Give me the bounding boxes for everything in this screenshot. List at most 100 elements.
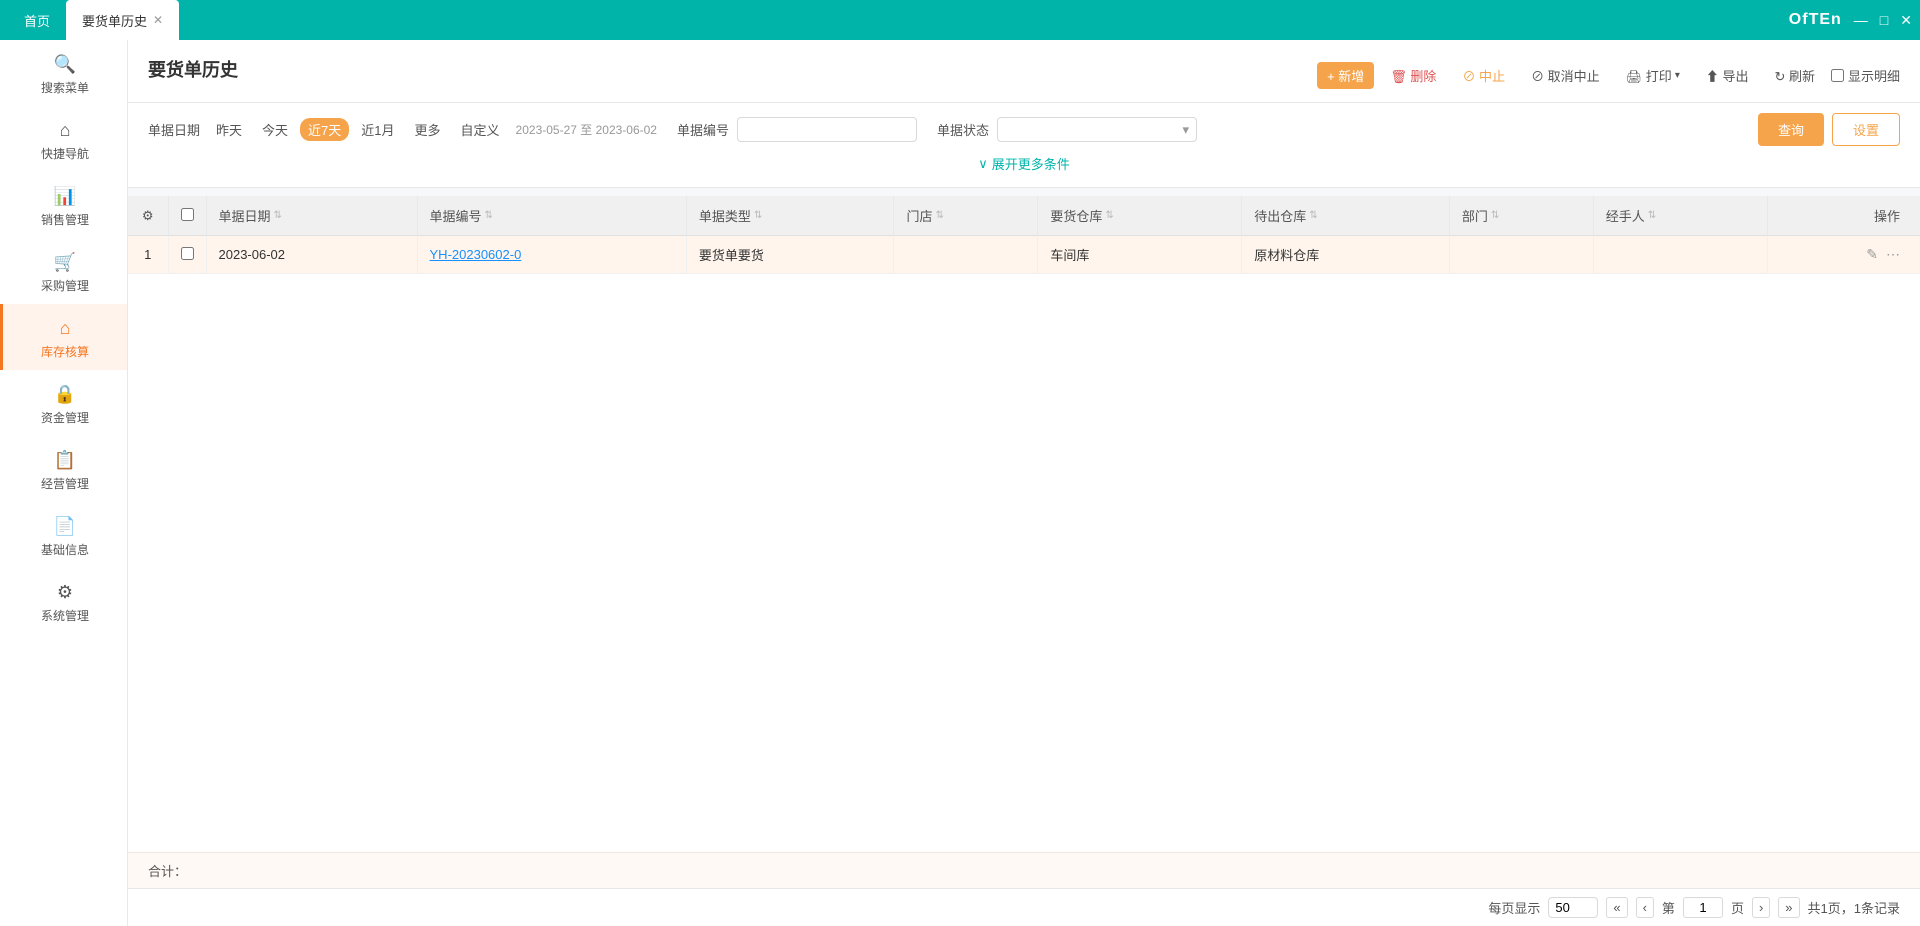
filter-date-label: 单据日期 bbox=[148, 120, 200, 139]
sidebar-item-basic[interactable]: 📄 基础信息 bbox=[0, 502, 127, 568]
sort-store-icon[interactable]: ⇅ bbox=[935, 210, 943, 221]
filter-status-group: 单据状态 bbox=[937, 117, 1197, 142]
sort-docno-icon[interactable]: ⇅ bbox=[485, 210, 493, 221]
page-prev-button[interactable]: ‹ bbox=[1636, 897, 1654, 918]
filter-doc-no-input[interactable] bbox=[737, 117, 917, 142]
select-all-checkbox[interactable] bbox=[181, 208, 194, 221]
sort-handler-icon[interactable]: ⇅ bbox=[1648, 210, 1656, 221]
inventory-icon: ⌂ bbox=[60, 318, 71, 339]
stop-button[interactable]: ⊘ 中止 bbox=[1452, 62, 1515, 89]
row-ops: ✎ ⋯ bbox=[1767, 236, 1920, 274]
date-btn-today[interactable]: 今天 bbox=[254, 118, 296, 141]
page-next-button[interactable]: › bbox=[1752, 897, 1770, 918]
operations-icon: 📋 bbox=[54, 450, 76, 471]
filter-status-select[interactable] bbox=[997, 117, 1197, 142]
content-area: 要货单历史 + 新增 🗑 删除 ⊘ 中止 ⊘ 取消中止 🖨 打印 ▾ ⬆ 导出 … bbox=[128, 40, 1920, 926]
sidebar-item-inventory-label: 库存核算 bbox=[41, 343, 89, 360]
top-bar-right: OfTEn — □ ✕ bbox=[1789, 11, 1912, 29]
page-last-button[interactable]: » bbox=[1778, 897, 1799, 918]
row-op-more-icon[interactable]: ⋯ bbox=[1886, 246, 1900, 263]
sort-date-icon[interactable]: ⇅ bbox=[274, 210, 282, 221]
row-doc-no: YH-20230602-0 bbox=[417, 236, 686, 274]
page-first-button[interactable]: « bbox=[1606, 897, 1627, 918]
per-page-label: 每页显示 bbox=[1488, 898, 1540, 917]
date-btn-1month[interactable]: 近1月 bbox=[353, 118, 402, 141]
th-doc-no: 单据编号⇅ bbox=[417, 196, 686, 236]
print-button[interactable]: 🖨 打印 ▾ bbox=[1616, 62, 1690, 89]
tab-history[interactable]: 要货单历史 ✕ bbox=[66, 0, 179, 40]
window-close[interactable]: ✕ bbox=[1900, 12, 1912, 29]
date-btn-yesterday[interactable]: 昨天 bbox=[208, 118, 250, 141]
sidebar-item-operations[interactable]: 📋 经营管理 bbox=[0, 436, 127, 502]
filter-area: 单据日期 昨天 今天 近7天 近1月 更多 自定义 2023-05-27 至 2… bbox=[128, 103, 1920, 188]
purchase-icon: 🛒 bbox=[54, 252, 76, 273]
sort-doctype-icon[interactable]: ⇅ bbox=[754, 210, 762, 221]
show-detail-checkbox[interactable] bbox=[1831, 69, 1844, 82]
row-pending-warehouse: 原材料仓库 bbox=[1242, 236, 1450, 274]
date-range-display: 2023-05-27 至 2023-06-02 bbox=[516, 121, 657, 138]
sidebar-item-search[interactable]: 🔍 搜索菜单 bbox=[0, 40, 127, 106]
tab-home-label: 首页 bbox=[24, 11, 50, 30]
th-req-warehouse: 要货仓库⇅ bbox=[1038, 196, 1242, 236]
row-op-edit-icon[interactable]: ✎ bbox=[1866, 246, 1878, 263]
per-page-select[interactable]: 10 20 50 100 bbox=[1548, 897, 1598, 918]
system-icon: ⚙ bbox=[57, 582, 73, 603]
th-pending-warehouse: 待出仓库⇅ bbox=[1242, 196, 1450, 236]
home-icon: ⌂ bbox=[60, 120, 71, 141]
sidebar-item-finance[interactable]: 🔒 资金管理 bbox=[0, 370, 127, 436]
date-btn-7days[interactable]: 近7天 bbox=[300, 118, 349, 141]
export-button[interactable]: ⬆ 导出 bbox=[1696, 62, 1759, 89]
th-checkbox bbox=[168, 196, 206, 236]
sort-reqwh-icon[interactable]: ⇅ bbox=[1105, 210, 1113, 221]
expand-down-icon: ∨ bbox=[978, 156, 988, 172]
print-dropdown-icon[interactable]: ▾ bbox=[1675, 70, 1680, 81]
cancel-stop-button[interactable]: ⊘ 取消中止 bbox=[1521, 62, 1610, 89]
search-icon: 🔍 bbox=[54, 54, 76, 75]
expand-more-button[interactable]: ∨ 展开更多条件 bbox=[968, 152, 1080, 175]
sidebar: 🔍 搜索菜单 ⌂ 快捷导航 📊 销售管理 🛒 采购管理 ⌂ 库存核算 🔒 资金管… bbox=[0, 40, 128, 926]
th-store: 门店⇅ bbox=[894, 196, 1038, 236]
print-label: 🖨 打印 bbox=[1626, 66, 1672, 85]
sidebar-item-purchase[interactable]: 🛒 采购管理 bbox=[0, 238, 127, 304]
refresh-button[interactable]: ↻ 刷新 bbox=[1764, 62, 1825, 89]
sidebar-item-purchase-label: 采购管理 bbox=[41, 277, 89, 294]
tab-history-close[interactable]: ✕ bbox=[153, 13, 163, 27]
header-row: ⚙ 单据日期⇅ 单据编号⇅ 单据类型⇅ bbox=[128, 196, 1920, 236]
table-container: ⚙ 单据日期⇅ 单据编号⇅ 单据类型⇅ bbox=[128, 196, 1920, 852]
finance-icon: 🔒 bbox=[54, 384, 76, 405]
row-doc-no-link[interactable]: YH-20230602-0 bbox=[430, 247, 522, 262]
th-settings[interactable]: ⚙ bbox=[128, 196, 168, 236]
filter-doc-no-label: 单据编号 bbox=[677, 120, 729, 139]
row-num: 1 bbox=[128, 236, 168, 274]
sidebar-item-shortcut[interactable]: ⌂ 快捷导航 bbox=[0, 106, 127, 172]
sort-pendwh-icon[interactable]: ⇅ bbox=[1309, 210, 1317, 221]
expand-more-area: ∨ 展开更多条件 bbox=[148, 146, 1900, 177]
date-btn-more[interactable]: 更多 bbox=[407, 118, 449, 141]
settings-icon[interactable]: ⚙ bbox=[142, 208, 154, 223]
filter-right-buttons: 查询 设置 bbox=[1758, 113, 1900, 146]
tab-home[interactable]: 首页 bbox=[8, 0, 66, 40]
th-doc-type: 单据类型⇅ bbox=[686, 196, 894, 236]
sidebar-item-system[interactable]: ⚙ 系统管理 bbox=[0, 568, 127, 634]
window-maximize[interactable]: □ bbox=[1880, 12, 1888, 28]
row-dept bbox=[1449, 236, 1593, 274]
tab-history-label: 要货单历史 bbox=[82, 11, 147, 30]
new-button[interactable]: + 新增 bbox=[1317, 62, 1374, 89]
sidebar-item-search-label: 搜索菜单 bbox=[41, 79, 89, 96]
sidebar-item-sales[interactable]: 📊 销售管理 bbox=[0, 172, 127, 238]
page-number-input[interactable] bbox=[1683, 897, 1723, 918]
row-doc-type: 要货单要货 bbox=[686, 236, 894, 274]
sidebar-item-inventory[interactable]: ⌂ 库存核算 bbox=[0, 304, 127, 370]
row-checkbox[interactable] bbox=[181, 247, 194, 260]
sort-dept-icon[interactable]: ⇅ bbox=[1491, 210, 1499, 221]
query-button[interactable]: 查询 bbox=[1758, 113, 1824, 146]
table-body: 1 2023-06-02 YH-20230602-0 要货单要货 车间库 原材料… bbox=[128, 236, 1920, 274]
filter-settings-button[interactable]: 设置 bbox=[1832, 113, 1900, 146]
window-minimize[interactable]: — bbox=[1854, 12, 1868, 28]
page-label: 第 bbox=[1662, 898, 1675, 917]
date-btn-custom[interactable]: 自定义 bbox=[453, 118, 508, 141]
th-date: 单据日期⇅ bbox=[206, 196, 417, 236]
delete-button[interactable]: 🗑 删除 bbox=[1380, 62, 1446, 89]
show-detail-toggle[interactable]: 显示明细 bbox=[1831, 66, 1900, 85]
table-footer: 合计： bbox=[128, 852, 1920, 888]
